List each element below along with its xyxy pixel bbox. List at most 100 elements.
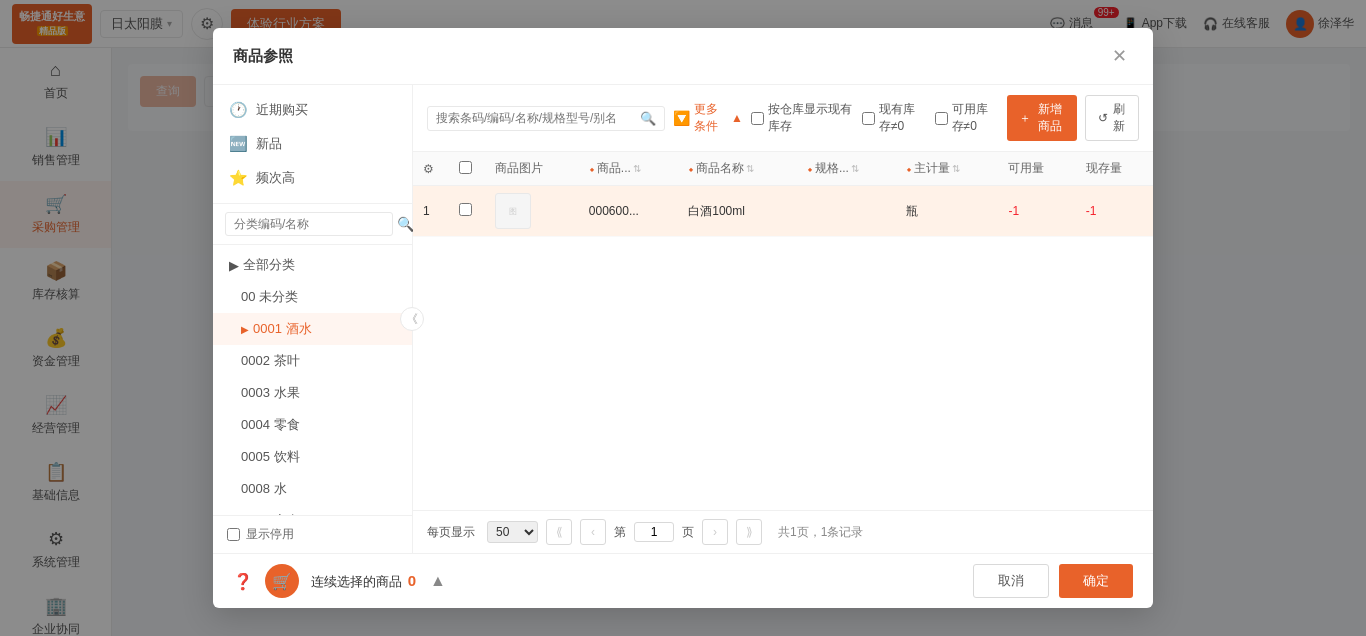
category-item-0002[interactable]: 0002 茶叶 bbox=[213, 345, 412, 377]
sort-icon: ⇅ bbox=[851, 163, 859, 174]
checkbox-warehouse-input[interactable] bbox=[751, 112, 764, 125]
product-table: ⚙ 商品图片 bbox=[413, 152, 1153, 237]
confirm-button[interactable]: 确定 bbox=[1059, 564, 1133, 598]
category-search-input[interactable] bbox=[225, 212, 393, 236]
page-label: 第 bbox=[614, 524, 626, 541]
th-unit[interactable]: ⬥ 主计量 ⇅ bbox=[896, 152, 998, 186]
expand-icon: ▶ bbox=[229, 258, 239, 273]
th-gear[interactable]: ⚙ bbox=[413, 152, 449, 186]
td-spec bbox=[797, 186, 896, 237]
refresh-icon: ↺ bbox=[1098, 111, 1108, 125]
footer-right: 取消 确定 bbox=[973, 564, 1133, 598]
product-search-input[interactable] bbox=[436, 111, 636, 125]
help-icon[interactable]: ❓ bbox=[233, 572, 253, 591]
modal-footer: ❓ 🛒 连续选择的商品 0 ▲ 取消 确定 bbox=[213, 553, 1153, 608]
modal-toolbar: 🔍 🔽 更多条件 ▲ 按仓库显示现有库存 现有库存≠0 可用库存≠ bbox=[413, 85, 1153, 152]
pagination-bar: 每页显示 50 10 20 100 ⟪ ‹ 第 页 › ⟫ 共1页，1条记录 bbox=[413, 510, 1153, 553]
modal-body: 🕐 近期购买 🆕 新品 ⭐ 频次高 《 🔍 bbox=[213, 85, 1153, 553]
modal-header: 商品参照 ✕ bbox=[213, 28, 1153, 85]
category-all[interactable]: ▶ 全部分类 bbox=[213, 249, 412, 281]
filter-icon: 🔽 bbox=[673, 110, 690, 126]
prev-page-button[interactable]: ‹ bbox=[580, 519, 606, 545]
td-stock: -1 bbox=[1076, 186, 1153, 237]
td-check[interactable] bbox=[449, 186, 485, 237]
table-row[interactable]: 1 图 000600... 白酒100ml 瓶 -1 bbox=[413, 186, 1153, 237]
checkbox-warehouse[interactable]: 按仓库显示现有库存 bbox=[751, 101, 854, 135]
product-image: 图 bbox=[495, 193, 531, 229]
show-disabled-row: 显示停用 bbox=[213, 515, 412, 553]
select-all-checkbox[interactable] bbox=[459, 161, 472, 174]
product-reference-modal: 商品参照 ✕ 🕐 近期购买 🆕 新品 ⭐ 频次高 bbox=[213, 28, 1153, 608]
td-unit: 瓶 bbox=[896, 186, 998, 237]
sort-icon-left: ⬥ bbox=[807, 163, 813, 174]
show-disabled-checkbox[interactable] bbox=[227, 528, 240, 541]
sort-icon: ⇅ bbox=[633, 163, 641, 174]
modal-title: 商品参照 bbox=[233, 47, 293, 66]
next-page-button[interactable]: › bbox=[702, 519, 728, 545]
modal-nav-recent[interactable]: 🕐 近期购买 bbox=[213, 93, 412, 127]
page-input[interactable] bbox=[634, 522, 674, 542]
category-item-0001[interactable]: ▶ 0001 酒水 bbox=[213, 313, 412, 345]
th-name[interactable]: ⬥ 商品名称 ⇅ bbox=[678, 152, 797, 186]
page-size-select[interactable]: 50 10 20 100 bbox=[487, 521, 538, 543]
table-body: 1 图 000600... 白酒100ml 瓶 -1 bbox=[413, 186, 1153, 237]
category-item-00[interactable]: 00 未分类 bbox=[213, 281, 412, 313]
checkbox-usable-input[interactable] bbox=[935, 112, 948, 125]
category-item-0004[interactable]: 0004 零食 bbox=[213, 409, 412, 441]
th-img: 商品图片 bbox=[485, 152, 579, 186]
th-available: 可用量 bbox=[998, 152, 1075, 186]
category-item-0008[interactable]: 0008 水 bbox=[213, 473, 412, 505]
td-name: 白酒100ml bbox=[678, 186, 797, 237]
category-list: ▶ 全部分类 00 未分类 ▶ 0001 酒水 0002 茶叶 0003 水果 bbox=[213, 245, 412, 515]
refresh-button[interactable]: ↺ 刷新 bbox=[1085, 95, 1139, 141]
th-spec[interactable]: ⬥ 规格... ⇅ bbox=[797, 152, 896, 186]
sort-icon-left: ⬥ bbox=[906, 163, 912, 174]
checkbox-available-input[interactable] bbox=[862, 112, 875, 125]
filter-more-button[interactable]: 🔽 更多条件 ▲ bbox=[673, 101, 743, 135]
recent-icon: 🕐 bbox=[229, 101, 248, 119]
cart-icon[interactable]: 🛒 bbox=[265, 564, 299, 598]
sort-icon: ⇅ bbox=[746, 163, 754, 174]
category-search-row: 🔍 bbox=[213, 204, 412, 245]
collapse-icon[interactable]: ▲ bbox=[430, 572, 446, 590]
new-icon: 🆕 bbox=[229, 135, 248, 153]
gear-icon: ⚙ bbox=[423, 162, 434, 176]
category-item-0005[interactable]: 0005 饮料 bbox=[213, 441, 412, 473]
toolbar-right: ＋ 新增商品 ↺ 刷新 bbox=[1007, 95, 1139, 141]
cancel-button[interactable]: 取消 bbox=[973, 564, 1049, 598]
modal-nav-frequent[interactable]: ⭐ 频次高 bbox=[213, 161, 412, 195]
modal-right-panel: 🔍 🔽 更多条件 ▲ 按仓库显示现有库存 现有库存≠0 可用库存≠ bbox=[413, 85, 1153, 553]
sort-icon-left: ⬥ bbox=[589, 163, 595, 174]
table-header-row: ⚙ 商品图片 bbox=[413, 152, 1153, 186]
checkbox-available[interactable]: 现有库存≠0 bbox=[862, 101, 927, 135]
modal-left-panel: 🕐 近期购买 🆕 新品 ⭐ 频次高 《 🔍 bbox=[213, 85, 413, 553]
td-code: 000600... bbox=[579, 186, 678, 237]
chevron-up-icon: ▲ bbox=[731, 111, 743, 125]
category-search-icon[interactable]: 🔍 bbox=[397, 216, 414, 232]
th-code[interactable]: ⬥ 商品... ⇅ bbox=[579, 152, 678, 186]
search-icon[interactable]: 🔍 bbox=[640, 111, 656, 126]
modal-nav: 🕐 近期购买 🆕 新品 ⭐ 频次高 bbox=[213, 85, 412, 204]
plus-icon: ＋ bbox=[1019, 110, 1031, 127]
category-item-0010[interactable]: 0010 家电 bbox=[213, 505, 412, 515]
star-icon: ⭐ bbox=[229, 169, 248, 187]
th-checkbox bbox=[449, 152, 485, 186]
category-item-0003[interactable]: 0003 水果 bbox=[213, 377, 412, 409]
product-search-box: 🔍 bbox=[427, 106, 665, 131]
first-page-button[interactable]: ⟪ bbox=[546, 519, 572, 545]
modal-nav-new[interactable]: 🆕 新品 bbox=[213, 127, 412, 161]
sort-icon: ⇅ bbox=[952, 163, 960, 174]
checkbox-usable[interactable]: 可用库存≠0 bbox=[935, 101, 1000, 135]
sort-icon-left: ⬥ bbox=[688, 163, 694, 174]
td-seq: 1 bbox=[413, 186, 449, 237]
td-available: -1 bbox=[998, 186, 1075, 237]
modal-close-button[interactable]: ✕ bbox=[1105, 42, 1133, 70]
add-product-button[interactable]: ＋ 新增商品 bbox=[1007, 95, 1077, 141]
page-unit: 页 bbox=[682, 524, 694, 541]
arrow-icon: ▶ bbox=[241, 324, 249, 335]
td-img: 图 bbox=[485, 186, 579, 237]
product-table-wrap: ⚙ 商品图片 bbox=[413, 152, 1153, 510]
last-page-button[interactable]: ⟫ bbox=[736, 519, 762, 545]
th-stock: 现存量 bbox=[1076, 152, 1153, 186]
footer-selected-label: 连续选择的商品 0 bbox=[311, 572, 418, 591]
